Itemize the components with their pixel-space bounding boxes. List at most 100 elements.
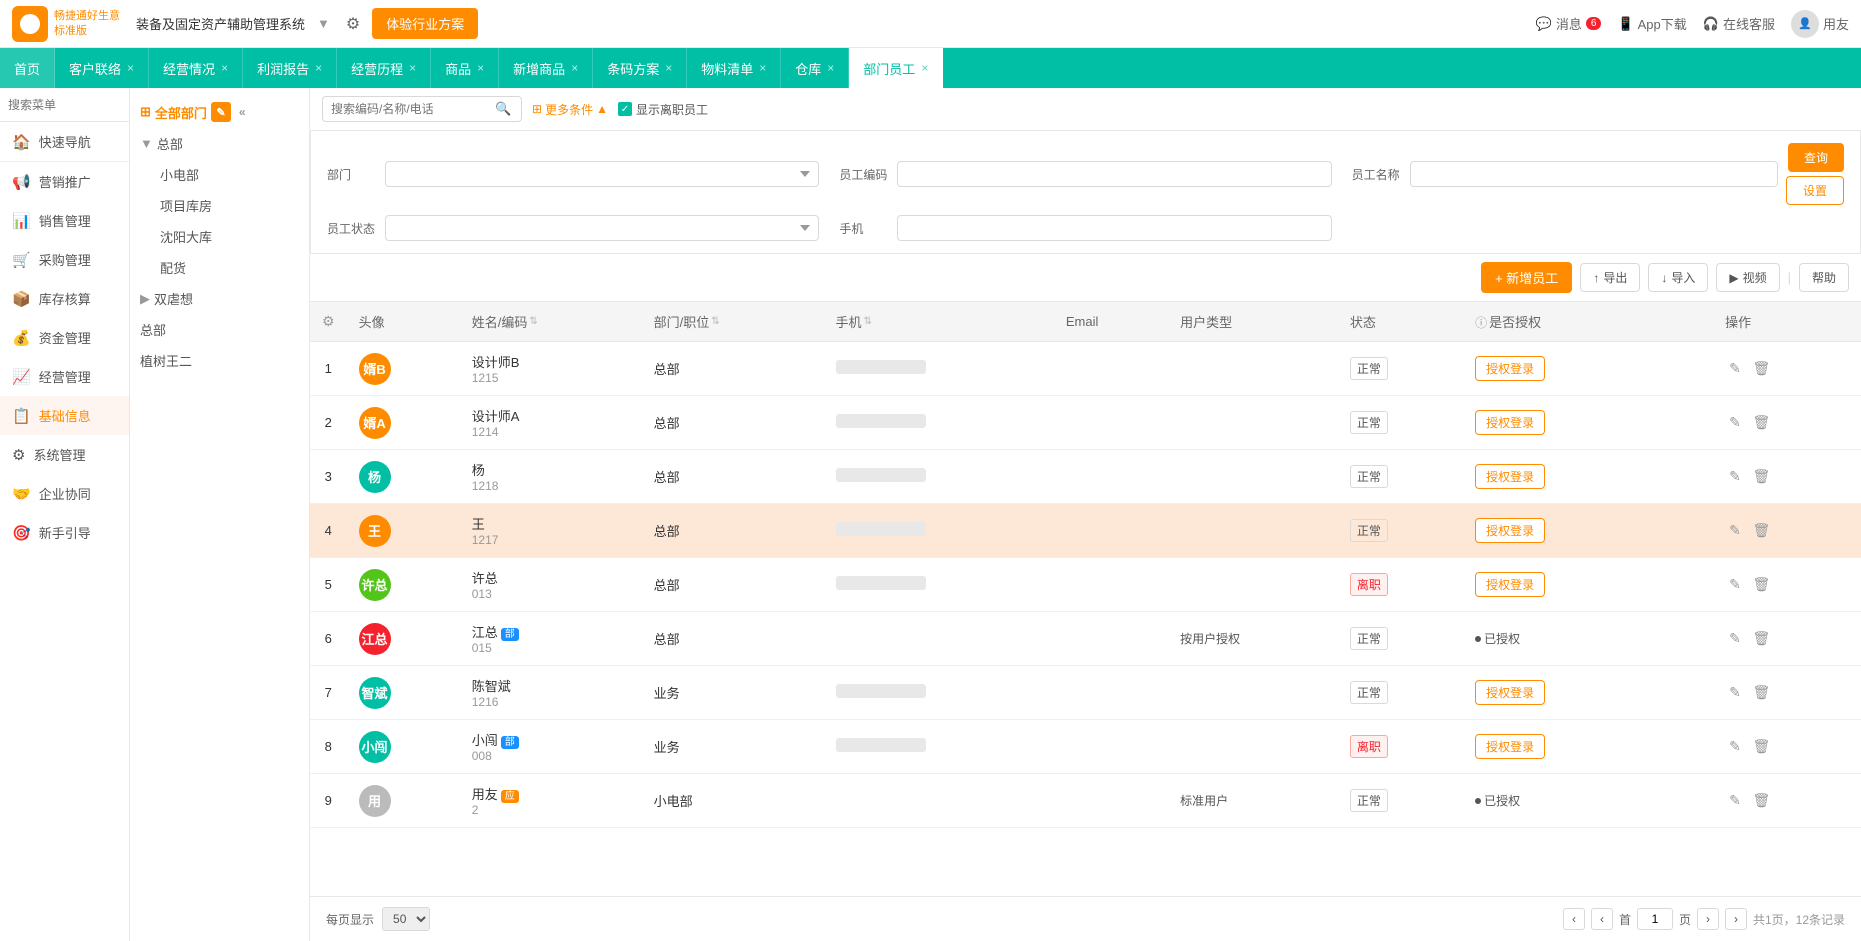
tab-history[interactable]: 经营历程× — [337, 48, 431, 88]
view-button[interactable]: ▶ 视频 — [1716, 263, 1779, 292]
tab-department-close[interactable]: × — [921, 61, 928, 75]
tab-home[interactable]: 首页 — [0, 48, 55, 88]
prev-page-btn[interactable]: ‹ — [1591, 908, 1613, 930]
import-button[interactable]: ↓ 导入 — [1648, 263, 1708, 292]
last-page-btn[interactable]: › — [1725, 908, 1747, 930]
add-employee-button[interactable]: + 新增员工 — [1481, 262, 1572, 293]
tab-department[interactable]: 部门员工× — [849, 48, 943, 88]
dept-item-peihu[interactable]: 配货 — [130, 252, 309, 283]
edit-button[interactable]: ✎ — [1725, 790, 1745, 811]
tab-bom-close[interactable]: × — [759, 61, 766, 75]
sidebar-item-purchase[interactable]: 🛒采购管理 — [0, 240, 129, 279]
show-resigned-checkbox[interactable]: ✓ — [618, 102, 632, 116]
tab-warehouse[interactable]: 仓库× — [781, 48, 849, 88]
dept-all[interactable]: ⊞ 全部部门 ✎ « — [130, 96, 309, 128]
tab-operations[interactable]: 经营情况× — [149, 48, 243, 88]
filter-phone-input[interactable] — [897, 215, 1331, 241]
show-resigned-toggle[interactable]: ✓ 显示离职员工 — [618, 101, 708, 118]
auth-button[interactable]: 授权登录 — [1475, 464, 1545, 489]
delete-button[interactable]: 🗑 — [1748, 520, 1774, 541]
search-input[interactable] — [331, 102, 491, 116]
set-button[interactable]: 设置 — [1786, 176, 1844, 205]
tab-new-goods[interactable]: 新增商品× — [499, 48, 593, 88]
auth-button[interactable]: 授权登录 — [1475, 518, 1545, 543]
more-filter-btn[interactable]: ⊞ 更多条件 ▲ — [532, 101, 608, 118]
help-button[interactable]: 帮助 — [1799, 263, 1849, 292]
sidebar-item-navigation[interactable]: 🏠快速导航 — [0, 122, 129, 161]
next-page-btn[interactable]: › — [1697, 908, 1719, 930]
tab-new-goods-close[interactable]: × — [571, 61, 578, 75]
auth-button[interactable]: 授权登录 — [1475, 680, 1545, 705]
auth-button[interactable]: 授权登录 — [1475, 410, 1545, 435]
tab-barcode-close[interactable]: × — [665, 61, 672, 75]
sidebar-item-finance[interactable]: 💰资金管理 — [0, 318, 129, 357]
dept-item-shuang[interactable]: ▶ 双虐想 — [130, 283, 309, 314]
sidebar-item-marketing[interactable]: 📢营销推广 — [0, 162, 129, 201]
dept-item-zongbu-parent[interactable]: ▼ 总部 — [130, 128, 309, 159]
sidebar-item-collab[interactable]: 🤝企业协同 — [0, 474, 129, 513]
auth-button[interactable]: 授权登录 — [1475, 356, 1545, 381]
gear-button[interactable]: ⚙ — [342, 10, 364, 38]
sidebar-item-system[interactable]: ⚙系统管理 — [0, 435, 129, 474]
user-item[interactable]: 👤 用友 — [1791, 10, 1849, 38]
dept-item-shenyang[interactable]: 沈阳大库 — [130, 221, 309, 252]
tab-history-close[interactable]: × — [409, 61, 416, 75]
delete-button[interactable]: 🗑 — [1748, 628, 1774, 649]
dept-edit-icon[interactable]: ✎ — [211, 102, 231, 122]
sidebar-item-mgmt[interactable]: 📈经营管理 — [0, 357, 129, 396]
search-submit-icon[interactable]: 🔍 — [495, 101, 511, 117]
dept-item-zhishu[interactable]: 植树王二 — [130, 345, 309, 376]
delete-button[interactable]: 🗑 — [1748, 412, 1774, 433]
edit-button[interactable]: ✎ — [1725, 682, 1745, 703]
edit-button[interactable]: ✎ — [1725, 520, 1745, 541]
delete-button[interactable]: 🗑 — [1748, 466, 1774, 487]
tab-profit[interactable]: 利润报告× — [243, 48, 337, 88]
first-page-btn[interactable]: ‹ — [1563, 908, 1585, 930]
sidebar-item-inventory[interactable]: 📦库存核算 — [0, 279, 129, 318]
trial-button[interactable]: 体验行业方案 — [372, 8, 478, 39]
sidebar-item-guide[interactable]: 🎯新手引导 — [0, 513, 129, 552]
tab-goods[interactable]: 商品× — [431, 48, 499, 88]
dept-item-xiaodian[interactable]: 小电部 — [130, 159, 309, 190]
dept-shuang-label: 双虐想 — [154, 289, 193, 308]
edit-button[interactable]: ✎ — [1725, 574, 1745, 595]
collab-icon: 🤝 — [12, 485, 31, 503]
export-button[interactable]: ↑ 导出 — [1580, 263, 1640, 292]
tab-customer[interactable]: 客户联络× — [55, 48, 149, 88]
dept-item-project[interactable]: 项目库房 — [130, 190, 309, 221]
settings-icon[interactable]: ⚙ — [322, 313, 335, 329]
tab-warehouse-close[interactable]: × — [827, 61, 834, 75]
delete-button[interactable]: 🗑 — [1748, 682, 1774, 703]
tab-bom[interactable]: 物料清单× — [687, 48, 781, 88]
delete-button[interactable]: 🗑 — [1748, 358, 1774, 379]
dept-item-zongbu2[interactable]: 总部 — [130, 314, 309, 345]
online-service-item[interactable]: 🎧 在线客服 — [1703, 14, 1775, 33]
filter-empname-input[interactable] — [1410, 161, 1778, 187]
edit-button[interactable]: ✎ — [1725, 358, 1745, 379]
edit-button[interactable]: ✎ — [1725, 736, 1745, 757]
app-download-item[interactable]: 📱 App下载 — [1617, 14, 1686, 33]
dept-collapse-icon[interactable]: « — [239, 105, 246, 119]
tab-barcode[interactable]: 条码方案× — [593, 48, 687, 88]
per-page-select[interactable]: 50 — [382, 907, 430, 931]
tab-profit-close[interactable]: × — [315, 61, 322, 75]
tab-customer-close[interactable]: × — [127, 61, 134, 75]
tab-goods-close[interactable]: × — [477, 61, 484, 75]
sidebar-item-basic[interactable]: 📋基础信息 — [0, 396, 129, 435]
delete-button[interactable]: 🗑 — [1748, 736, 1774, 757]
auth-button[interactable]: 授权登录 — [1475, 572, 1545, 597]
edit-button[interactable]: ✎ — [1725, 412, 1745, 433]
delete-button[interactable]: 🗑 — [1748, 574, 1774, 595]
auth-button[interactable]: 授权登录 — [1475, 734, 1545, 759]
query-button[interactable]: 查询 — [1788, 143, 1844, 172]
sidebar-item-sales[interactable]: 📊销售管理 — [0, 201, 129, 240]
edit-button[interactable]: ✎ — [1725, 628, 1745, 649]
edit-button[interactable]: ✎ — [1725, 466, 1745, 487]
filter-status-select[interactable] — [385, 215, 819, 241]
filter-dept-select[interactable] — [385, 161, 819, 187]
message-item[interactable]: 💬 消息 6 — [1536, 14, 1602, 33]
page-number-input[interactable] — [1637, 908, 1673, 930]
tab-operations-close[interactable]: × — [221, 61, 228, 75]
filter-empcode-input[interactable] — [897, 161, 1331, 187]
delete-button[interactable]: 🗑 — [1748, 790, 1774, 811]
